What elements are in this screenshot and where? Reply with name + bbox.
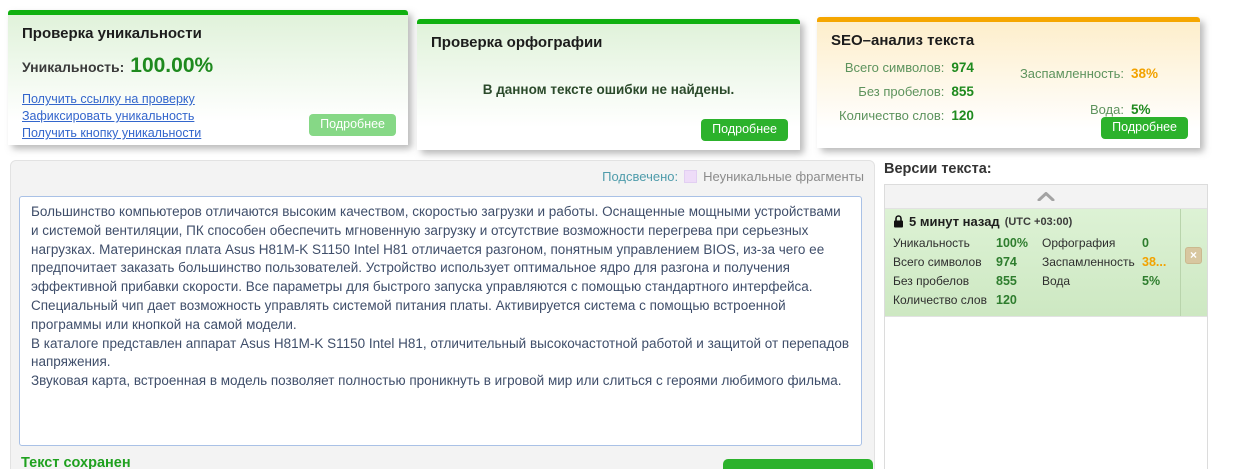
page: Проверка уникальности Уникальность: 100.0… — [0, 0, 1253, 469]
table-row: Всего символов 974 Заспамленность 38... — [893, 252, 1172, 271]
version-card[interactable]: 5 минут назад (UTC +03:00) Уникальность … — [885, 209, 1207, 317]
version-stat-value: 120 — [996, 292, 1017, 307]
seo-stat-label: Количество слов: — [839, 108, 945, 123]
seo-spam-value: 38% — [1130, 66, 1159, 81]
legend-item-label: Неуникальные фрагменты — [703, 169, 864, 184]
spelling-details-button[interactable]: Подробнее — [701, 119, 788, 141]
version-stat-value: 855 — [996, 273, 1017, 288]
uniqueness-panel-title: Проверка уникальности — [22, 25, 202, 42]
delete-version-button[interactable]: × — [1185, 247, 1202, 264]
chevron-up-icon — [1037, 192, 1055, 201]
recheck-button[interactable] — [723, 459, 873, 469]
version-spam-value: 38... — [1142, 254, 1167, 269]
legend-label: Подсвечено: — [602, 169, 679, 184]
version-stat-label: Уникальность — [893, 235, 970, 250]
version-stat-value — [1142, 290, 1172, 309]
version-stat-label: Количество слов — [893, 292, 987, 307]
spelling-panel: Проверка орфографии В данном тексте ошиб… — [417, 19, 800, 150]
text-editor[interactable]: Большинство компьютеров отличаются высок… — [19, 196, 862, 446]
table-row: Уникальность 100% Орфография 0 — [893, 233, 1172, 252]
table-row: Количество слов 120 — [893, 290, 1172, 309]
get-check-link[interactable]: Получить ссылку на проверку — [22, 91, 394, 108]
seo-stat-label: Всего символов: — [844, 60, 945, 75]
uniqueness-metric-label: Уникальность: — [22, 59, 125, 75]
version-stat-label: Всего символов — [893, 254, 982, 269]
version-timezone: (UTC +03:00) — [1004, 215, 1073, 228]
version-stat-value: 100% — [996, 235, 1028, 250]
uniqueness-panel: Проверка уникальности Уникальность: 100.0… — [8, 10, 408, 145]
version-card-side-strip: × — [1181, 209, 1207, 316]
seo-stat-label: Заспамленность: — [1019, 66, 1124, 81]
seo-stats-left: Всего символов: 974 Без пробелов: 855 Ко… — [839, 58, 974, 130]
text-saved-status: Текст сохранен — [21, 455, 131, 469]
spelling-result-message: В данном тексте ошибки не найдены. — [482, 82, 735, 97]
seo-stat-value: 855 — [951, 84, 974, 99]
seo-panel-title: SEO–анализ текста — [831, 32, 975, 49]
version-time: 5 минут назад — [909, 214, 1000, 229]
version-stat-value: 974 — [996, 254, 1017, 269]
version-stat-label — [1042, 290, 1142, 309]
version-stat-label: Вода — [1042, 273, 1071, 288]
uniqueness-metric-value: 100.00% — [130, 54, 214, 77]
version-stat-label: Орфография — [1042, 235, 1116, 250]
editor-container: Подсвечено: Неуникальные фрагменты Больш… — [10, 160, 875, 469]
version-card-body: 5 минут назад (UTC +03:00) Уникальность … — [885, 209, 1181, 316]
table-row: Без пробелов 855 Вода 5% — [893, 271, 1172, 290]
seo-stat-label: Без пробелов: — [858, 84, 945, 99]
versions-title: Версии текста: — [884, 161, 992, 177]
seo-panel: SEO–анализ текста Всего символов: 974 Бе… — [817, 17, 1200, 148]
seo-stat-value: 974 — [951, 60, 974, 75]
lock-icon — [894, 215, 903, 228]
version-stat-value: 0 — [1142, 235, 1149, 250]
seo-stat-value: 120 — [951, 108, 974, 123]
seo-details-button[interactable]: Подробнее — [1101, 117, 1188, 139]
non-unique-highlight-swatch — [684, 170, 698, 183]
spelling-panel-title: Проверка орфографии — [431, 34, 603, 51]
uniqueness-details-button[interactable]: Подробнее — [309, 114, 396, 136]
version-stats-table: Уникальность 100% Орфография 0 Всего сим… — [893, 233, 1172, 309]
versions-collapse-header[interactable] — [885, 185, 1207, 209]
version-stat-label: Заспамленность — [1042, 254, 1135, 269]
version-stat-label: Без пробелов — [893, 273, 970, 288]
versions-panel: 5 минут назад (UTC +03:00) Уникальность … — [884, 184, 1208, 469]
version-stat-value: 5% — [1142, 273, 1161, 288]
highlight-legend: Подсвечено: Неуникальные фрагменты — [602, 169, 864, 184]
